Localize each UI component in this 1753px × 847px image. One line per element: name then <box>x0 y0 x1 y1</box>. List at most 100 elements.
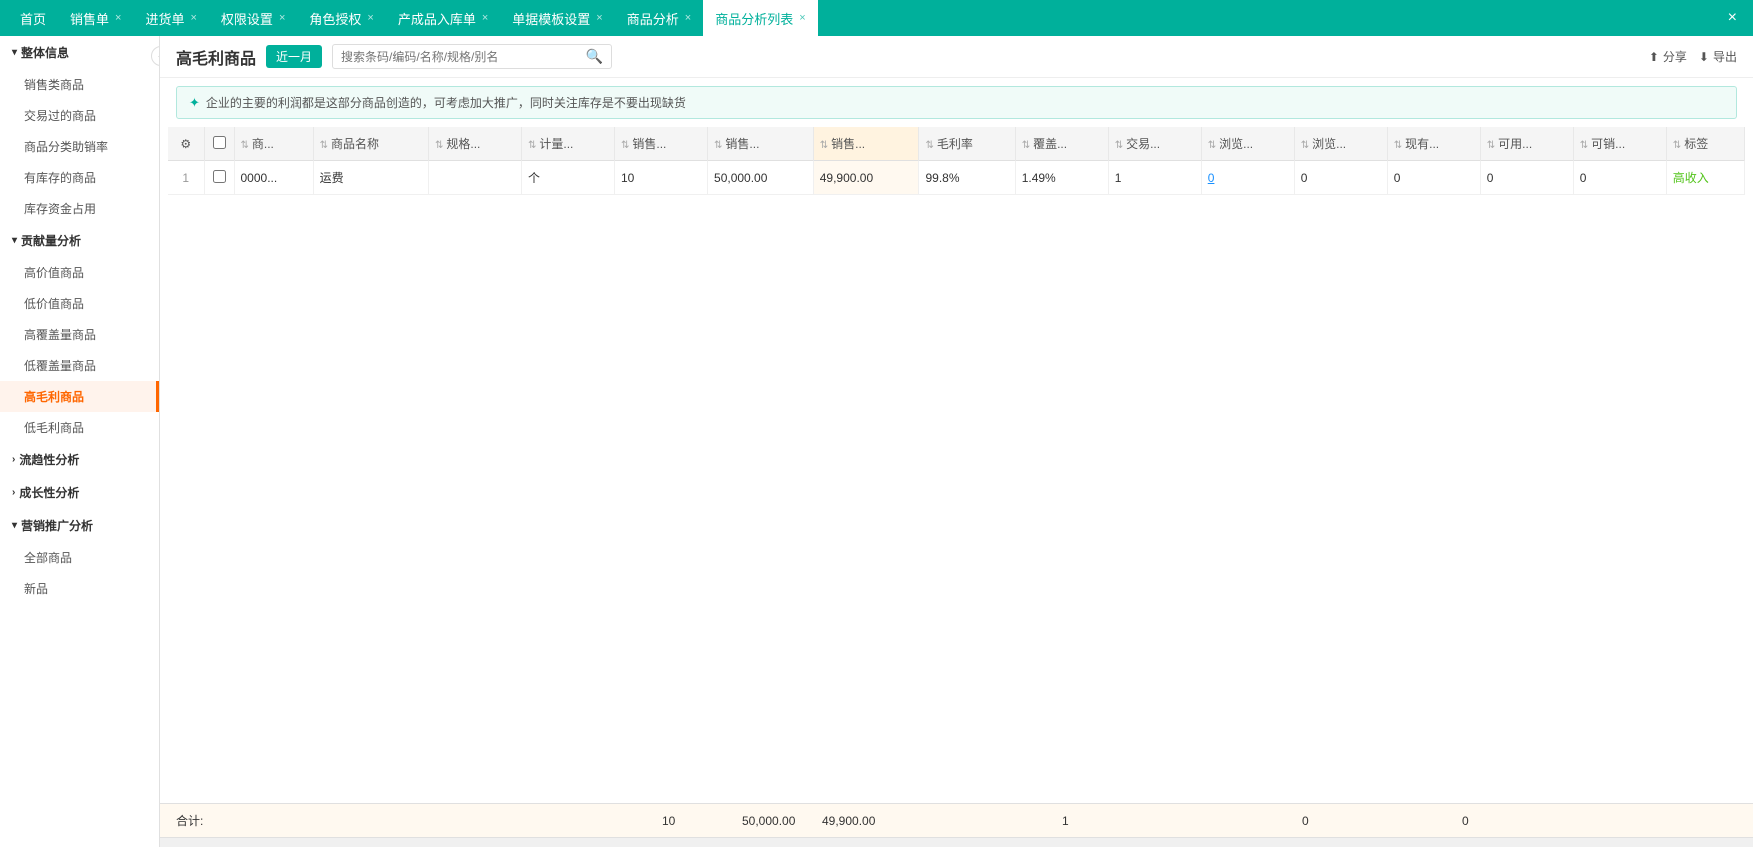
tag-label: 高收入 <box>1673 171 1709 185</box>
col-code[interactable]: ⇅商... <box>234 127 313 161</box>
footer-sales-amount: 50,000.00 <box>736 814 816 828</box>
search-icon[interactable]: 🔍 <box>586 48 603 65</box>
search-box: 🔍 <box>332 44 612 69</box>
nav-item-inbound[interactable]: 产成品入库单 × <box>386 0 500 36</box>
table-header-row: ⚙ ⇅商... ⇅商品名称 ⇅规格... ⇅计量... ⇅销售... ⇅销售..… <box>168 127 1745 161</box>
sidebar-item-new-goods[interactable]: 新品 <box>0 573 159 604</box>
chevron-right-icon: › <box>12 487 15 498</box>
col-tag[interactable]: ⇅标签 <box>1666 127 1744 161</box>
data-table: ⚙ ⇅商... ⇅商品名称 ⇅规格... ⇅计量... ⇅销售... ⇅销售..… <box>168 127 1745 195</box>
col-sales-qty[interactable]: ⇅销售... <box>615 127 708 161</box>
export-button[interactable]: ⬇ 导出 <box>1699 48 1737 65</box>
col-sellable[interactable]: ⇅可销... <box>1573 127 1666 161</box>
sidebar-group-overall[interactable]: ▾ 整体信息 <box>0 36 159 69</box>
row-stock: 0 <box>1387 161 1480 195</box>
row-code[interactable]: 0000... <box>234 161 313 195</box>
nav-item-sales[interactable]: 销售单 × <box>58 0 133 36</box>
row-sellable: 0 <box>1573 161 1666 195</box>
close-icon[interactable]: × <box>799 12 805 24</box>
nav-item-home[interactable]: 首页 <box>8 0 58 36</box>
period-button[interactable]: 近一月 <box>266 45 322 68</box>
sidebar-item-category-rate[interactable]: 商品分类助销率 <box>0 131 159 162</box>
close-icon[interactable]: × <box>367 12 373 24</box>
right-panel: 高毛利商品 近一月 🔍 ⬆ 分享 ⬇ 导出 ✦ 企业的主要的利润都是这部分商品创… <box>160 36 1753 847</box>
footer-sellable: 0 <box>1456 814 1536 828</box>
row-browse2: 0 <box>1294 161 1387 195</box>
footer-spacer6 <box>1136 814 1216 828</box>
row-gross-margin: 99.8% <box>919 161 1015 195</box>
col-unit[interactable]: ⇅计量... <box>521 127 614 161</box>
close-icon[interactable]: × <box>482 12 488 24</box>
close-icon[interactable]: × <box>190 12 196 24</box>
sidebar-item-low-coverage[interactable]: 低覆盖量商品 <box>0 350 159 381</box>
close-icon[interactable]: × <box>685 12 691 24</box>
sidebar-item-low-value[interactable]: 低价值商品 <box>0 288 159 319</box>
sidebar-group-marketing[interactable]: ▾ 营销推广分析 <box>0 509 159 542</box>
footer-sales-qty: 10 <box>656 814 736 828</box>
sidebar-item-high-value[interactable]: 高价值商品 <box>0 257 159 288</box>
share-icon: ⬆ <box>1649 50 1659 64</box>
row-checkbox[interactable] <box>213 170 226 183</box>
nav-item-analysis-list[interactable]: 商品分析列表 × <box>703 0 817 36</box>
col-settings[interactable]: ⚙ <box>168 127 204 161</box>
col-transactions[interactable]: ⇅交易... <box>1108 127 1201 161</box>
sidebar-item-stocked-goods[interactable]: 有库存的商品 <box>0 162 159 193</box>
panel-header: 高毛利商品 近一月 🔍 ⬆ 分享 ⬇ 导出 <box>160 36 1753 78</box>
col-spec[interactable]: ⇅规格... <box>428 127 521 161</box>
footer-row: 合计: 10 50,000.00 49,900.00 1 0 0 <box>160 803 1753 837</box>
row-checkbox-cell[interactable] <box>204 161 234 195</box>
col-name[interactable]: ⇅商品名称 <box>313 127 428 161</box>
footer-spacer7 <box>1216 814 1296 828</box>
horizontal-scrollbar[interactable] <box>160 837 1753 847</box>
footer-spacer2 <box>536 814 596 828</box>
nav-close-all-button[interactable]: × <box>1720 5 1745 31</box>
col-sales-amount[interactable]: ⇅销售... <box>708 127 814 161</box>
info-banner: ✦ 企业的主要的利润都是这部分商品创造的，可考虑加大推广，同时关注库存是不要出现… <box>176 86 1737 119</box>
share-button[interactable]: ⬆ 分享 <box>1649 48 1687 65</box>
sidebar-item-high-margin[interactable]: 高毛利商品 <box>0 381 159 412</box>
sidebar-item-high-coverage[interactable]: 高覆盖量商品 <box>0 319 159 350</box>
nav-item-analysis[interactable]: 商品分析 × <box>615 0 703 36</box>
browse1-link[interactable]: 0 <box>1208 171 1215 185</box>
sidebar-item-traded-goods[interactable]: 交易过的商品 <box>0 100 159 131</box>
col-coverage[interactable]: ⇅覆盖... <box>1015 127 1108 161</box>
col-browse2[interactable]: ⇅浏览... <box>1294 127 1387 161</box>
col-sales-profit[interactable]: ⇅销售... <box>813 127 919 161</box>
row-coverage: 1.49% <box>1015 161 1108 195</box>
nav-item-roles[interactable]: 角色授权 × <box>297 0 385 36</box>
table-row: 1 0000... 运费 个 10 50,000.00 49,900.00 99… <box>168 161 1745 195</box>
col-checkbox[interactable] <box>204 127 234 161</box>
col-stock[interactable]: ⇅现有... <box>1387 127 1480 161</box>
table-wrapper[interactable]: ⚙ ⇅商... ⇅商品名称 ⇅规格... ⇅计量... ⇅销售... ⇅销售..… <box>160 127 1753 803</box>
close-icon[interactable]: × <box>115 12 121 24</box>
info-icon: ✦ <box>189 95 200 111</box>
sidebar-item-inventory-fund[interactable]: 库存资金占用 <box>0 193 159 224</box>
row-available: 0 <box>1480 161 1573 195</box>
row-browse1[interactable]: 0 <box>1201 161 1294 195</box>
close-icon[interactable]: × <box>596 12 602 24</box>
footer-cells: 10 50,000.00 49,900.00 1 0 0 <box>336 814 1737 828</box>
sidebar-group-growth[interactable]: › 成长性分析 <box>0 476 159 509</box>
sidebar-item-low-margin[interactable]: 低毛利商品 <box>0 412 159 443</box>
sidebar-group-trend[interactable]: › 流趋性分析 <box>0 443 159 476</box>
nav-item-template[interactable]: 单据模板设置 × <box>500 0 614 36</box>
nav-item-purchase[interactable]: 进货单 × <box>133 0 208 36</box>
row-spec <box>428 161 521 195</box>
row-sales-amount: 50,000.00 <box>708 161 814 195</box>
row-name[interactable]: 运费 <box>313 161 428 195</box>
search-input[interactable] <box>341 50 586 64</box>
footer-spacer1 <box>336 814 536 828</box>
select-all-checkbox[interactable] <box>213 136 226 149</box>
footer-spacer5 <box>976 814 1056 828</box>
col-available[interactable]: ⇅可用... <box>1480 127 1573 161</box>
col-browse1[interactable]: ⇅浏览... <box>1201 127 1294 161</box>
page-title: 高毛利商品 <box>176 45 256 69</box>
close-icon[interactable]: × <box>279 12 285 24</box>
col-gross-margin[interactable]: ⇅毛利率 <box>919 127 1015 161</box>
sidebar-item-all-goods[interactable]: 全部商品 <box>0 542 159 573</box>
nav-item-permissions[interactable]: 权限设置 × <box>209 0 297 36</box>
sidebar-item-sales-goods[interactable]: 销售类商品 <box>0 69 159 100</box>
sidebar-group-contribution[interactable]: ▾ 贡献量分析 <box>0 224 159 257</box>
footer-sales-profit: 49,900.00 <box>816 814 896 828</box>
footer-label: 合计: <box>176 812 336 829</box>
